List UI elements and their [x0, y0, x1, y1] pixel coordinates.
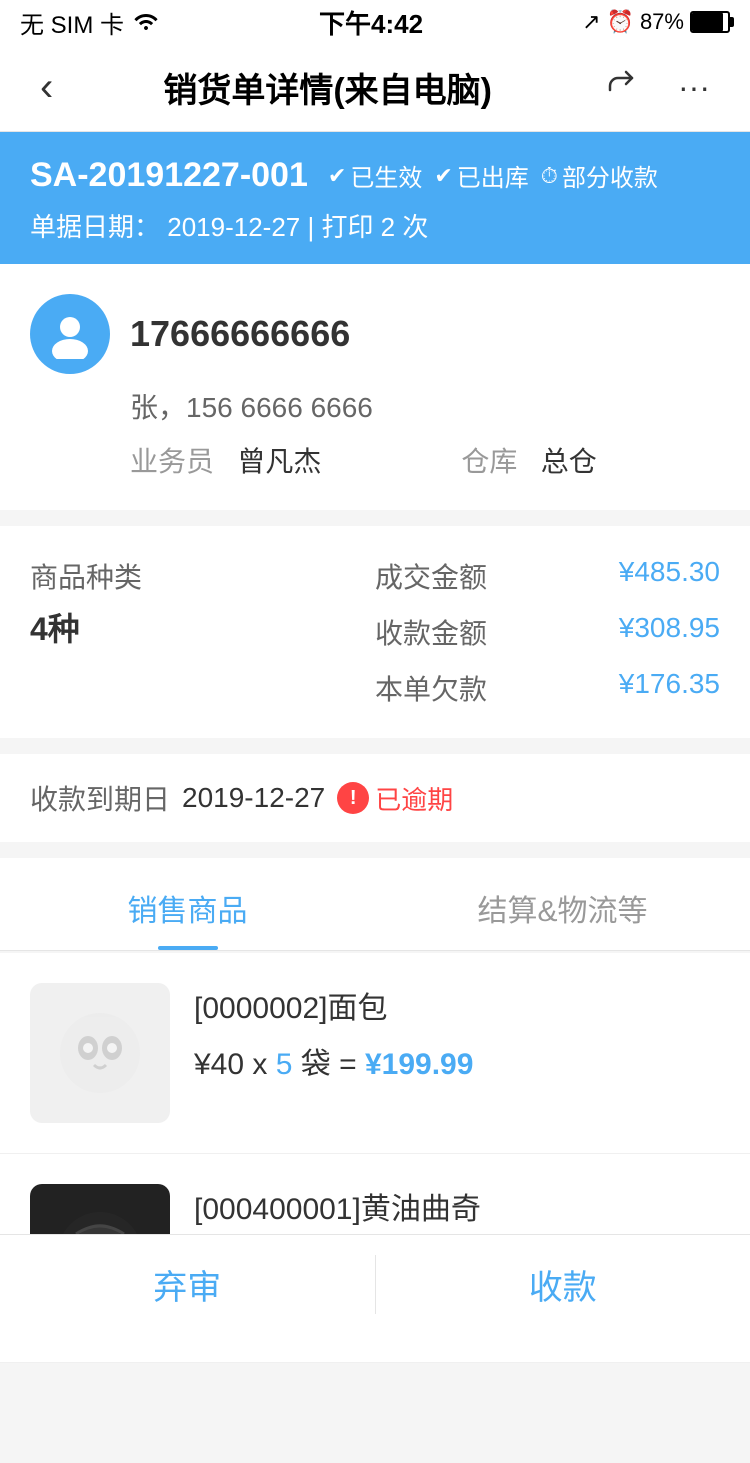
status-right: ↗ ⏰ 87%	[582, 9, 730, 35]
wifi-icon	[132, 8, 160, 37]
clock-icon: ⏱	[541, 163, 558, 189]
nav-bar: ‹ 销货单详情(来自电脑) ···	[0, 44, 750, 132]
overdue-date: 2019-12-27	[182, 782, 325, 814]
warehouse-label: 仓库 总仓	[461, 440, 596, 480]
alarm-icon: ⏰	[607, 9, 634, 35]
carrier-label: 无 SIM 卡	[20, 5, 124, 40]
more-button[interactable]: ···	[668, 59, 720, 116]
status-active: ✔ 已生效	[328, 158, 422, 193]
customer-phone: 17666666666	[130, 313, 350, 355]
status-partial-payment: ⏱ 部分收款	[541, 158, 658, 193]
bottom-bar: 弃审 收款	[0, 1234, 750, 1334]
tab-settlement[interactable]: 结算&物流等	[375, 858, 750, 950]
order-meta: 单据日期： 2019-12-27 | 打印 2 次	[30, 207, 720, 244]
product-price-row-1: ¥40 x 5 袋 = ¥199.99	[194, 1039, 720, 1083]
stats-left: 商品种类 4种	[30, 556, 375, 650]
tabs-section: 销售商品 结算&物流等	[0, 858, 750, 951]
share-button[interactable]	[592, 56, 648, 120]
order-header: SA-20191227-001 ✔ 已生效 ✔ 已出库 ⏱ 部分收款 单据日期：…	[0, 132, 750, 264]
product-name-2: [000400001]黄油曲奇	[194, 1184, 720, 1228]
nav-right-actions: ···	[592, 56, 720, 120]
product-item: [0000002]面包 ¥40 x 5 袋 = ¥199.99	[0, 953, 750, 1154]
overdue-section: 收款到期日 2019-12-27 ! 已逾期	[0, 754, 750, 842]
debt-row: 本单欠款 ¥176.35	[375, 668, 720, 708]
customer-alias: 张，156 6666 6666	[30, 386, 720, 426]
product-types-label: 商品种类	[30, 556, 375, 596]
amount-row: 成交金额 ¥485.30	[375, 556, 720, 596]
back-button[interactable]: ‹	[30, 55, 63, 120]
status-badges: ✔ 已生效 ✔ 已出库 ⏱ 部分收款	[328, 158, 658, 193]
cancel-button[interactable]: 弃审	[0, 1235, 375, 1334]
product-image-1	[30, 983, 170, 1123]
product-name-1: [0000002]面包	[194, 983, 720, 1027]
received-row: 收款金额 ¥308.95	[375, 612, 720, 652]
customer-info-row: 业务员 曾凡杰 仓库 总仓	[30, 440, 720, 480]
sales-label: 业务员 曾凡杰	[130, 440, 321, 480]
confirm-button[interactable]: 收款	[376, 1235, 750, 1334]
status-left: 无 SIM 卡	[20, 5, 160, 40]
stats-right: 成交金额 ¥485.30 收款金额 ¥308.95 本单欠款 ¥176.35	[375, 556, 720, 708]
customer-section: 17666666666 张，156 6666 6666 业务员 曾凡杰 仓库 总…	[0, 264, 750, 510]
page-title: 销货单详情(来自电脑)	[163, 63, 492, 112]
overdue-badge: ! 已逾期	[337, 780, 453, 817]
product-info-1: [0000002]面包 ¥40 x 5 袋 = ¥199.99	[194, 983, 720, 1083]
battery-icon	[690, 11, 730, 33]
check-icon-1: ✔	[328, 163, 346, 189]
status-time: 下午4:42	[319, 4, 423, 41]
product-types-value: 4种	[30, 604, 375, 650]
customer-avatar	[30, 294, 110, 374]
battery-label: 87%	[640, 9, 684, 35]
status-bar: 无 SIM 卡 下午4:42 ↗ ⏰ 87%	[0, 0, 750, 44]
overdue-icon: !	[337, 782, 369, 814]
overdue-label: 收款到期日	[30, 778, 170, 818]
location-icon: ↗	[582, 9, 600, 35]
status-shipped: ✔ 已出库	[434, 158, 528, 193]
tab-sales-goods[interactable]: 销售商品	[0, 858, 375, 950]
check-icon-2: ✔	[434, 163, 452, 189]
order-id: SA-20191227-001	[30, 156, 308, 195]
stats-section: 商品种类 4种 成交金额 ¥485.30 收款金额 ¥308.95 本单欠款 ¥…	[0, 526, 750, 738]
